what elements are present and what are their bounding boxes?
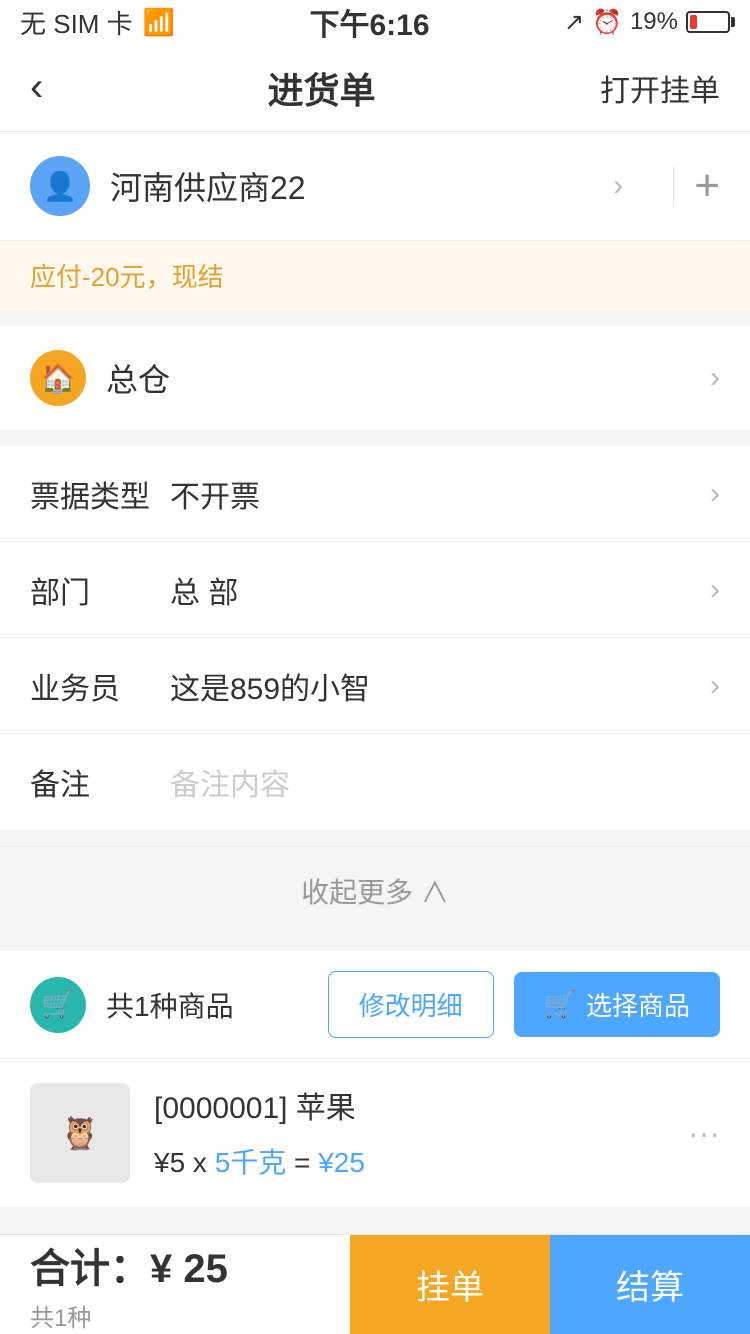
product-info: [0000001] 苹果 ¥5 x 5千克 = ¥25 [154, 1083, 664, 1181]
battery-percent: 19% [630, 8, 678, 36]
back-button[interactable]: ‹ [30, 65, 43, 110]
products-count: 共1种商品 [106, 985, 308, 1025]
warehouse-row[interactable]: 🏠 总仓 › [0, 326, 750, 430]
content-area: 👤 河南供应商22 › + 应付-20元，现结 🏠 总仓 › 票据类型 不开票 … [0, 132, 750, 1333]
invoice-type-label: 票据类型 [30, 472, 170, 516]
warehouse-name: 总仓 [106, 355, 710, 401]
product-total: ¥25 [318, 1147, 365, 1178]
wifi-icon: 📶 [143, 7, 175, 38]
product-unit-price: ¥5 x [154, 1147, 215, 1178]
supplier-arrow-icon: › [613, 169, 623, 203]
select-product-label: 选择商品 [586, 986, 690, 1023]
warehouse-icon: 🏠 [30, 350, 86, 406]
nav-bar: ‹ 进货单 打开挂单 [0, 44, 750, 132]
product-code: [0000001] 苹果 [154, 1092, 356, 1125]
select-product-icon: 🛒 [544, 989, 576, 1020]
status-time: 下午6:16 [309, 0, 429, 44]
warehouse-arrow-icon: › [710, 361, 720, 395]
department-value: 总 部 [170, 568, 710, 612]
department-label: 部门 [30, 568, 170, 612]
product-item: 🦉 [0000001] 苹果 ¥5 x 5千克 = ¥25 ··· [0, 1059, 750, 1207]
product-name: [0000001] 苹果 [154, 1083, 664, 1127]
location-icon: ↗ [564, 8, 584, 37]
supplier-avatar: 👤 [30, 156, 90, 216]
divider [673, 166, 674, 206]
cart-icon: 🛒 [42, 989, 74, 1020]
battery-indicator [686, 11, 730, 33]
footer-total-sub: 共1种 [30, 1298, 320, 1333]
collapse-label: 收起更多 ∧ [301, 877, 449, 908]
footer-total: 合计：¥ 25 共1种 [0, 1235, 350, 1334]
products-icon: 🛒 [30, 977, 86, 1033]
product-owl-logo: 🦉 [60, 1114, 100, 1152]
footer: 合计：¥ 25 共1种 挂单 结算 [0, 1234, 750, 1334]
supplier-row[interactable]: 👤 河南供应商22 › + [0, 132, 750, 241]
notice-bar: 应付-20元，现结 [0, 241, 750, 310]
carrier-text: 无 SIM 卡 [20, 4, 133, 41]
remark-placeholder: 备注内容 [170, 760, 720, 804]
add-supplier-button[interactable]: + [694, 161, 720, 211]
salesperson-value: 这是859的小智 [170, 664, 710, 708]
product-equals: = [286, 1147, 318, 1178]
pay-button[interactable]: 结算 [550, 1235, 750, 1334]
hold-button[interactable]: 挂单 [350, 1235, 550, 1334]
supplier-name: 河南供应商22 [110, 163, 613, 209]
alarm-icon: ⏰ [592, 8, 622, 37]
page-title: 进货单 [268, 62, 376, 114]
salesperson-label: 业务员 [30, 664, 170, 708]
footer-total-amount: ¥ 25 [150, 1247, 228, 1291]
battery-fill [690, 15, 697, 29]
select-product-button[interactable]: 🛒 选择商品 [514, 972, 720, 1037]
salesperson-row[interactable]: 业务员 这是859的小智 › [0, 638, 750, 734]
supplier-section: 👤 河南供应商22 › + 应付-20元，现结 [0, 132, 750, 310]
invoice-type-row[interactable]: 票据类型 不开票 › [0, 446, 750, 542]
footer-total-main: 合计：¥ 25 [30, 1236, 320, 1294]
salesperson-arrow-icon: › [710, 669, 720, 703]
footer-total-label: 合计： [30, 1247, 150, 1291]
invoice-type-value: 不开票 [170, 472, 710, 516]
warehouse-section: 🏠 总仓 › [0, 326, 750, 430]
status-left: 无 SIM 卡 📶 [20, 4, 175, 41]
department-arrow-icon: › [710, 573, 720, 607]
edit-detail-button[interactable]: 修改明细 [328, 971, 494, 1038]
collapse-bar[interactable]: 收起更多 ∧ [0, 846, 750, 935]
form-section: 票据类型 不开票 › 部门 总 部 › 业务员 这是859的小智 › 备注 备注… [0, 446, 750, 830]
product-more-button[interactable]: ··· [688, 1115, 720, 1152]
product-thumbnail: 🦉 [30, 1083, 130, 1183]
status-bar: 无 SIM 卡 📶 下午6:16 ↗ ⏰ 19% [0, 0, 750, 44]
remark-row[interactable]: 备注 备注内容 [0, 734, 750, 830]
invoice-type-arrow-icon: › [710, 477, 720, 511]
notice-text: 应付-20元，现结 [30, 262, 224, 292]
remark-label: 备注 [30, 760, 170, 804]
open-hold-button[interactable]: 打开挂单 [600, 66, 720, 110]
department-row[interactable]: 部门 总 部 › [0, 542, 750, 638]
products-header: 🛒 共1种商品 修改明细 🛒 选择商品 [0, 951, 750, 1059]
product-qty: 5千克 [215, 1147, 287, 1178]
avatar-icon: 👤 [43, 170, 78, 203]
status-right: ↗ ⏰ 19% [564, 8, 730, 37]
products-section: 🛒 共1种商品 修改明细 🛒 选择商品 🦉 [0000001] 苹果 ¥5 x … [0, 951, 750, 1207]
product-price: ¥5 x 5千克 = ¥25 [154, 1141, 664, 1181]
